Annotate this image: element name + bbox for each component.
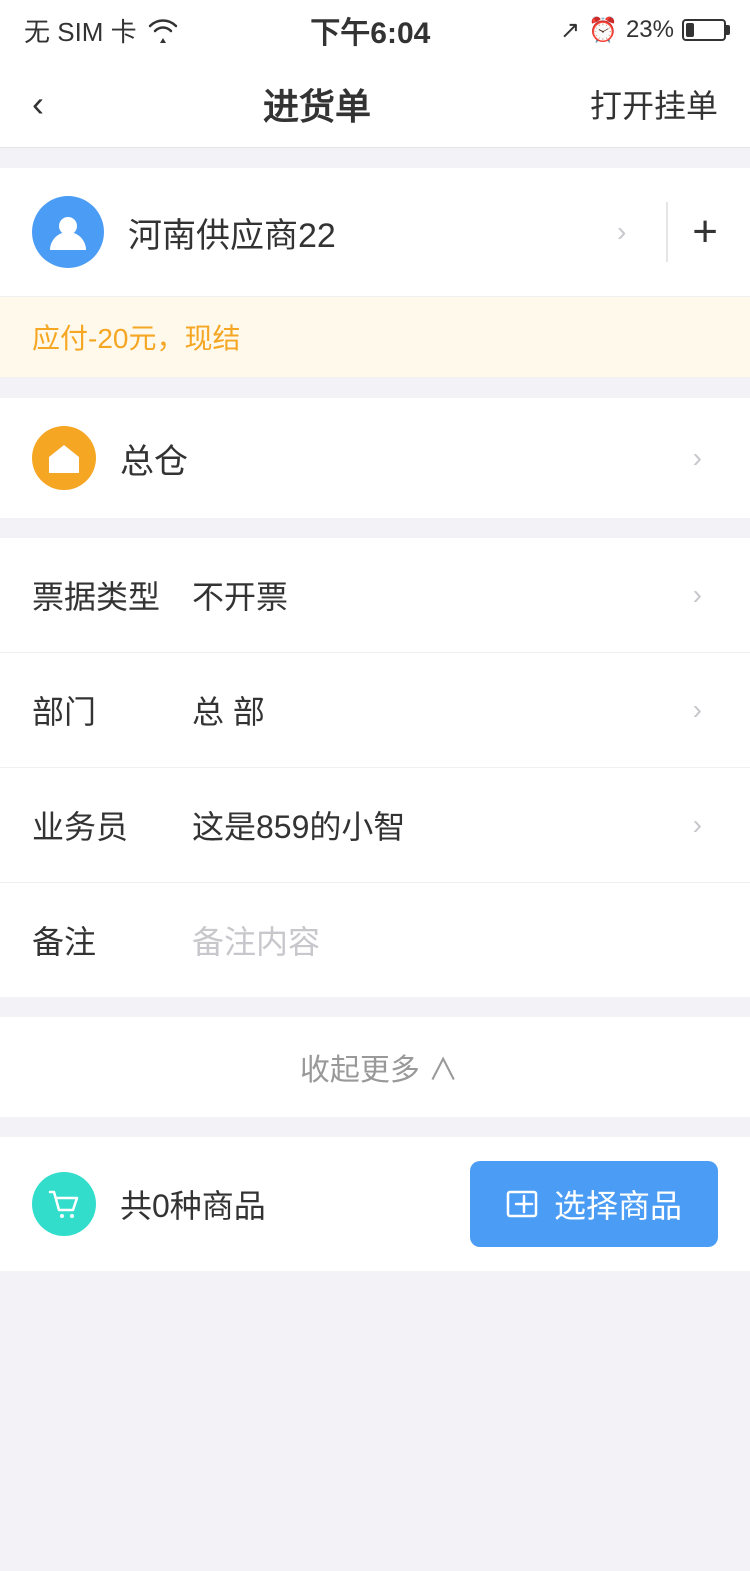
product-count-label: 共0种商品 bbox=[120, 1181, 470, 1227]
warehouse-icon bbox=[32, 426, 96, 490]
wifi-icon bbox=[145, 16, 181, 44]
remark-label: 备注 bbox=[32, 917, 172, 963]
collapse-row[interactable]: 收起更多 ∧ bbox=[0, 1017, 750, 1117]
warehouse-name: 总仓 bbox=[120, 434, 693, 483]
open-pending-button[interactable]: 打开挂单 bbox=[590, 81, 718, 127]
page-title: 进货单 bbox=[263, 78, 371, 130]
invoice-type-chevron-icon: › bbox=[693, 579, 702, 611]
salesperson-label: 业务员 bbox=[32, 802, 172, 848]
bottom-gray-area bbox=[0, 1271, 750, 1571]
warehouse-section[interactable]: 总仓 › bbox=[0, 398, 750, 518]
product-bar: 共0种商品 选择商品 bbox=[0, 1137, 750, 1271]
select-product-button[interactable]: 选择商品 bbox=[470, 1161, 718, 1247]
collapse-label: 收起更多 ∧ bbox=[300, 1045, 458, 1089]
section-gap-2 bbox=[0, 378, 750, 398]
department-chevron-icon: › bbox=[693, 694, 702, 726]
carrier-label: 无 SIM 卡 bbox=[24, 12, 137, 49]
status-bar: 无 SIM 卡 下午6:04 ↗ ⏰ 23% bbox=[0, 0, 750, 60]
notice-text: 应付-20元，现结 bbox=[32, 323, 240, 354]
supplier-chevron-icon: › bbox=[617, 216, 626, 248]
add-supplier-button[interactable]: + bbox=[692, 210, 718, 254]
salesperson-value: 这是859的小智 bbox=[172, 802, 693, 848]
form-section: 票据类型 不开票 › 部门 总 部 › 业务员 这是859的小智 › 备注 备注… bbox=[0, 538, 750, 997]
supplier-divider bbox=[666, 202, 668, 262]
nav-bar: ‹ 进货单 打开挂单 bbox=[0, 60, 750, 148]
select-product-icon bbox=[506, 1186, 542, 1222]
status-time: 下午6:04 bbox=[310, 8, 430, 52]
invoice-type-value: 不开票 bbox=[172, 572, 693, 618]
location-icon: ↗ bbox=[560, 16, 580, 45]
invoice-type-row[interactable]: 票据类型 不开票 › bbox=[0, 538, 750, 653]
back-button[interactable]: ‹ bbox=[32, 83, 44, 125]
warehouse-chevron-icon: › bbox=[693, 442, 702, 474]
supplier-section: 河南供应商22 › + 应付-20元，现结 bbox=[0, 168, 750, 378]
home-icon bbox=[45, 439, 83, 477]
supplier-name: 河南供应商22 bbox=[128, 208, 617, 257]
status-left: 无 SIM 卡 bbox=[24, 12, 181, 49]
select-product-label: 选择商品 bbox=[554, 1181, 682, 1227]
remark-row[interactable]: 备注 备注内容 bbox=[0, 883, 750, 997]
department-row[interactable]: 部门 总 部 › bbox=[0, 653, 750, 768]
invoice-type-label: 票据类型 bbox=[32, 572, 172, 618]
department-label: 部门 bbox=[32, 687, 172, 733]
battery-percent: 23% bbox=[626, 16, 674, 44]
battery-icon bbox=[682, 19, 726, 41]
cart-icon bbox=[32, 1172, 96, 1236]
remark-input[interactable]: 备注内容 bbox=[172, 917, 718, 963]
supplier-row[interactable]: 河南供应商22 › + bbox=[0, 168, 750, 297]
cart-svg bbox=[44, 1184, 84, 1224]
alarm-icon: ⏰ bbox=[588, 16, 618, 45]
notice-bar: 应付-20元，现结 bbox=[0, 297, 750, 378]
warehouse-row[interactable]: 总仓 › bbox=[0, 398, 750, 518]
status-right: ↗ ⏰ 23% bbox=[560, 16, 726, 45]
section-gap-1 bbox=[0, 148, 750, 168]
salesperson-chevron-icon: › bbox=[693, 809, 702, 841]
salesperson-row[interactable]: 业务员 这是859的小智 › bbox=[0, 768, 750, 883]
department-value: 总 部 bbox=[172, 687, 693, 733]
supplier-avatar bbox=[32, 196, 104, 268]
person-icon bbox=[46, 210, 90, 254]
